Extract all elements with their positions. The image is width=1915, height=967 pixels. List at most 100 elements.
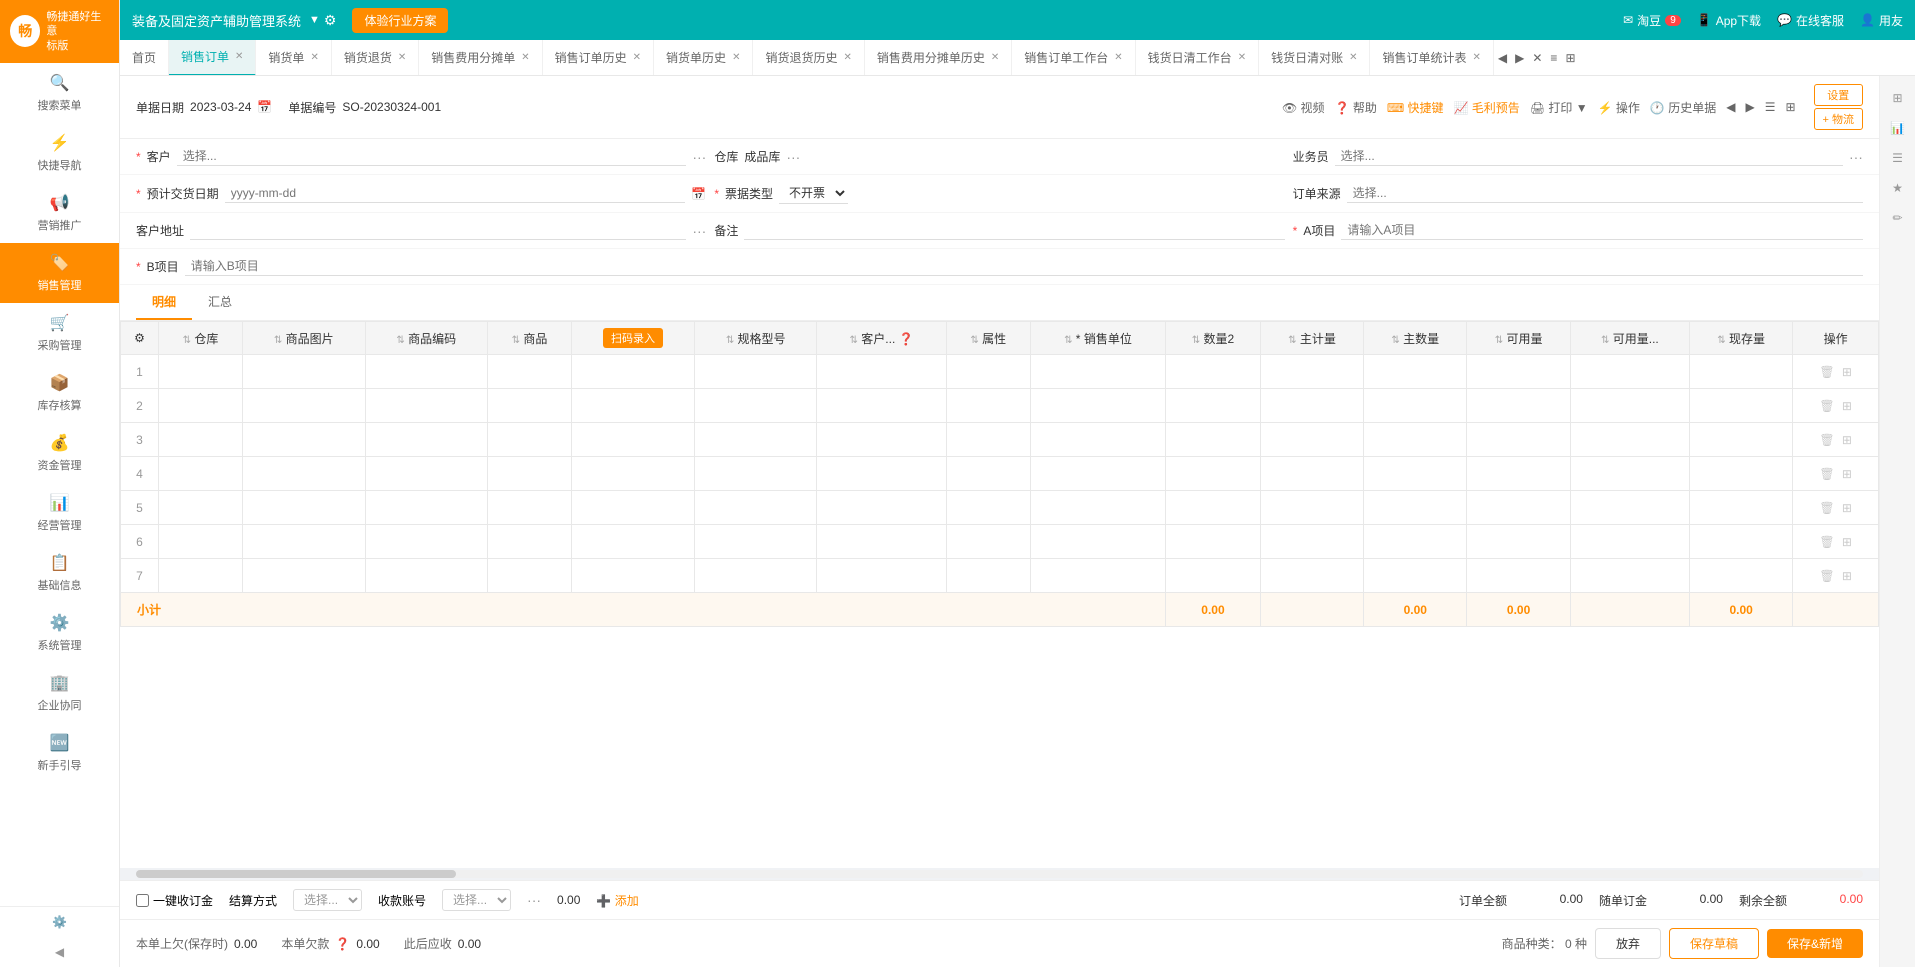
tab-expand[interactable]: ⊞: [1561, 51, 1579, 65]
row-4-spec[interactable]: [694, 457, 816, 491]
right-panel-table-icon[interactable]: ⊞: [1884, 84, 1912, 112]
row-2-main-qty[interactable]: [1364, 389, 1467, 423]
settings-button[interactable]: 设置: [1814, 84, 1863, 106]
row-5-warehouse[interactable]: [158, 491, 242, 525]
tab-back-history[interactable]: 销货退货历史 ✕: [753, 40, 864, 76]
tab-order-workbench-close[interactable]: ✕: [1114, 52, 1122, 63]
tab-sales-stats-close[interactable]: ✕: [1473, 52, 1481, 63]
next-record-icon[interactable]: ▶: [1745, 100, 1754, 114]
table-scrollbar-thumb[interactable]: [136, 870, 456, 878]
row-1-stock[interactable]: [1690, 355, 1793, 389]
row-6-qty2[interactable]: [1166, 525, 1261, 559]
row-1-available[interactable]: [1467, 355, 1570, 389]
row-1-spec[interactable]: [694, 355, 816, 389]
row-4-available2[interactable]: [1570, 457, 1689, 491]
row-7-copy[interactable]: ⊞: [1842, 569, 1852, 583]
tab-cash-workbench[interactable]: 钱货日清工作台 ✕: [1136, 40, 1259, 76]
order-source-input[interactable]: [1347, 184, 1863, 203]
row-5-spec[interactable]: [694, 491, 816, 525]
calendar-icon[interactable]: 📅: [257, 100, 272, 114]
tab-sales-stats[interactable]: 销售订单统计表 ✕: [1370, 40, 1493, 76]
sidebar-collapse[interactable]: ◀: [0, 937, 119, 967]
add-link[interactable]: ➕ 添加: [596, 892, 638, 909]
row-2-available2[interactable]: [1570, 389, 1689, 423]
row-2-available[interactable]: [1467, 389, 1570, 423]
sidebar-item-inventory[interactable]: 📦 库存核算: [0, 363, 119, 423]
col-gear[interactable]: ⚙: [121, 322, 159, 355]
salesperson-input[interactable]: [1335, 147, 1843, 166]
row-7-sales-unit[interactable]: [1030, 559, 1165, 593]
row-3-customer-code[interactable]: [817, 423, 946, 457]
view-action[interactable]: 👁 视频: [1282, 99, 1325, 116]
date-value[interactable]: 2023-03-24: [190, 100, 251, 114]
user-item[interactable]: 👤 用友: [1860, 12, 1903, 29]
row-1-qty2[interactable]: [1166, 355, 1261, 389]
tab-expense-history[interactable]: 销售费用分摊单历史 ✕: [865, 40, 1012, 76]
row-6-main-unit[interactable]: [1260, 525, 1363, 559]
save-draft-button[interactable]: 保存草稿: [1669, 928, 1759, 959]
sidebar-item-newguide[interactable]: 🆕 新手引导: [0, 723, 119, 783]
b-project-input[interactable]: [185, 257, 1863, 276]
tab-close-all[interactable]: ✕: [1528, 51, 1546, 65]
module-dropdown-icon[interactable]: ▼: [309, 14, 320, 26]
row-1-main-qty[interactable]: [1364, 355, 1467, 389]
row-4-main-unit[interactable]: [1260, 457, 1363, 491]
tab-sales-return[interactable]: 销货单 ✕: [256, 40, 331, 76]
address-input[interactable]: [190, 221, 686, 240]
tab-sales-order-close[interactable]: ✕: [235, 51, 243, 62]
row-4-warehouse[interactable]: [158, 457, 242, 491]
row-3-copy[interactable]: ⊞: [1842, 433, 1852, 447]
row-2-attribute[interactable]: [946, 389, 1030, 423]
settlement-select[interactable]: 选择...: [293, 889, 362, 911]
sidebar-item-quicknav[interactable]: ⚡ 快捷导航: [0, 123, 119, 183]
row-2-product[interactable]: [487, 389, 571, 423]
table-scrollbar-area[interactable]: [136, 870, 1863, 878]
row-2-warehouse[interactable]: [158, 389, 242, 423]
row-4-code[interactable]: [365, 457, 487, 491]
row-6-sales-unit[interactable]: [1030, 525, 1165, 559]
row-6-copy[interactable]: ⊞: [1842, 535, 1852, 549]
address-more-btn[interactable]: ···: [692, 223, 706, 239]
row-3-delete[interactable]: 🗑: [1819, 433, 1834, 447]
tab-home[interactable]: 首页: [120, 40, 169, 76]
row-1-available2[interactable]: [1570, 355, 1689, 389]
row-2-qty2[interactable]: [1166, 389, 1261, 423]
row-6-customer-code[interactable]: [817, 525, 946, 559]
row-1-product[interactable]: [487, 355, 571, 389]
row-1-customer-code[interactable]: [817, 355, 946, 389]
row-6-available2[interactable]: [1570, 525, 1689, 559]
module-gear-icon[interactable]: ⚙: [324, 12, 337, 29]
row-3-code[interactable]: [365, 423, 487, 457]
print-action[interactable]: 🖨 打印 ▼: [1530, 99, 1588, 116]
right-panel-edit-icon[interactable]: ✏: [1884, 204, 1912, 232]
row-7-available[interactable]: [1467, 559, 1570, 593]
tab-order-history-close[interactable]: ✕: [633, 52, 641, 63]
tab-prev[interactable]: ◀: [1494, 51, 1511, 65]
sidebar-item-finance[interactable]: 💰 资金管理: [0, 423, 119, 483]
order-value[interactable]: SO-20230324-001: [342, 100, 441, 114]
row-7-warehouse[interactable]: [158, 559, 242, 593]
app-download-item[interactable]: 📱 App下载: [1697, 12, 1761, 29]
row-2-delete[interactable]: 🗑: [1819, 399, 1834, 413]
row-6-available[interactable]: [1467, 525, 1570, 559]
row-1-sales-unit[interactable]: [1030, 355, 1165, 389]
row-1-copy[interactable]: ⊞: [1842, 365, 1852, 379]
row-2-main-unit[interactable]: [1260, 389, 1363, 423]
sidebar-settings[interactable]: ⚙️: [0, 907, 119, 937]
tab-menu[interactable]: ≡: [1546, 51, 1561, 65]
delivery-calendar-icon[interactable]: 📅: [691, 187, 706, 201]
row-7-customer-code[interactable]: [817, 559, 946, 593]
sidebar-item-search[interactable]: 🔍 搜索菜单: [0, 63, 119, 123]
row-1-code[interactable]: [365, 355, 487, 389]
tab-detail[interactable]: 明细: [136, 285, 192, 320]
row-6-delete[interactable]: 🗑: [1819, 535, 1834, 549]
row-4-main-qty[interactable]: [1364, 457, 1467, 491]
right-panel-list-icon[interactable]: ☰: [1884, 144, 1912, 172]
row-1-warehouse[interactable]: [158, 355, 242, 389]
warehouse-more-btn[interactable]: ···: [786, 149, 800, 165]
grid-view-icon[interactable]: ⊞: [1785, 100, 1795, 114]
warehouse-value[interactable]: 成品库: [744, 148, 780, 165]
account-more-btn[interactable]: ···: [527, 892, 541, 908]
row-7-product[interactable]: [487, 559, 571, 593]
row-7-spec[interactable]: [694, 559, 816, 593]
